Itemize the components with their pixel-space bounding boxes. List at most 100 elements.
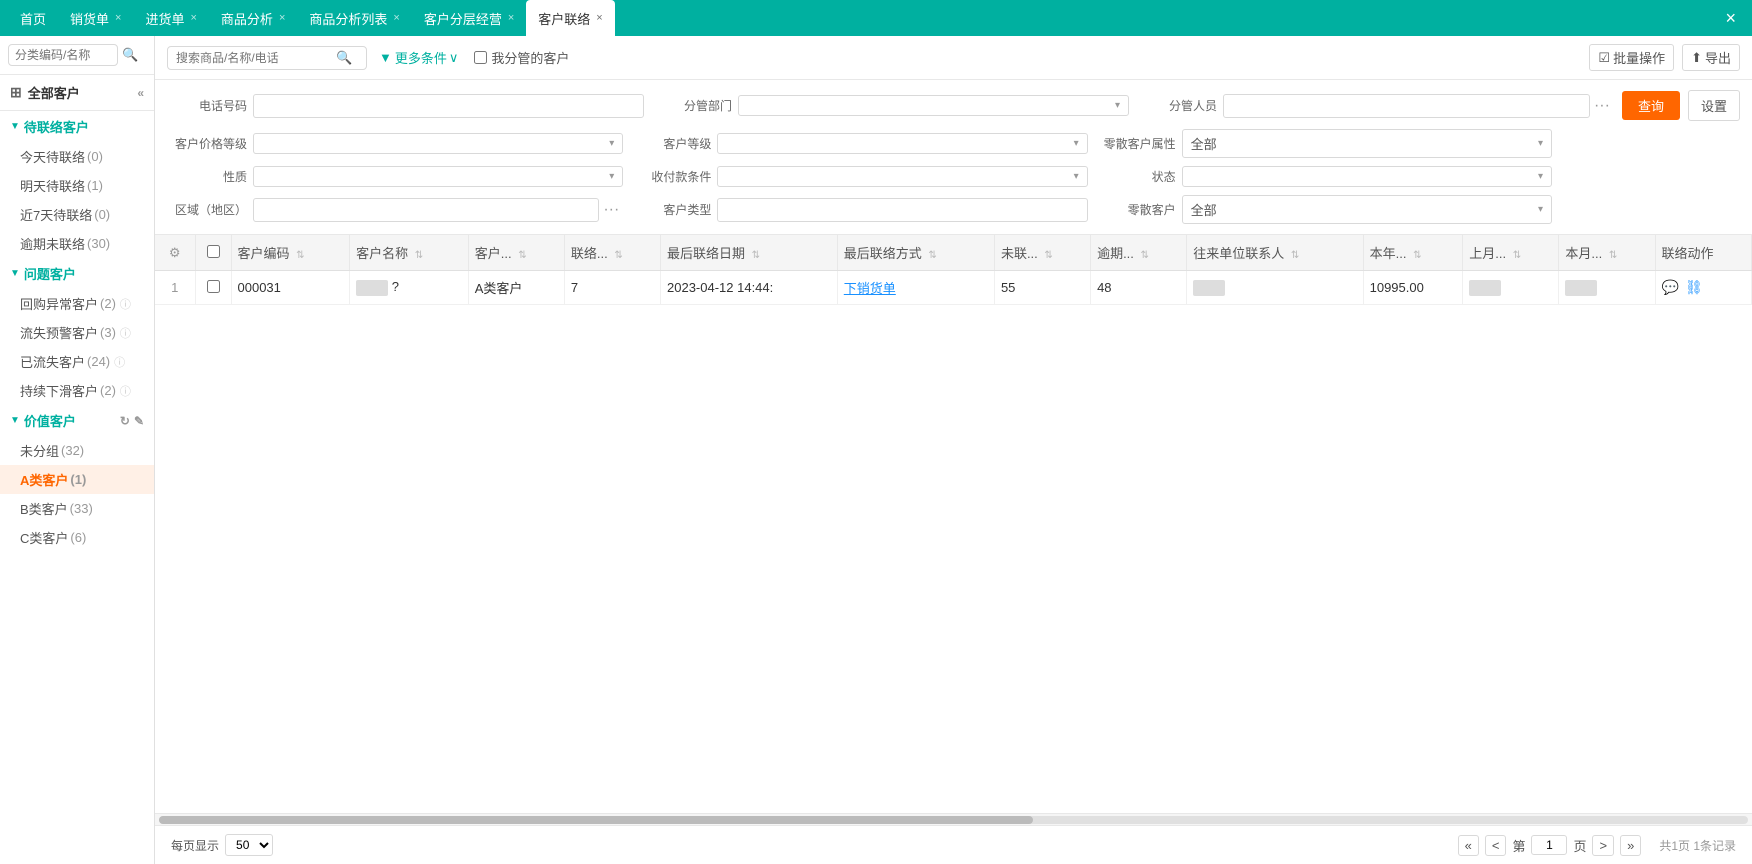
row-checkbox[interactable] — [207, 280, 220, 293]
data-table: ⚙ 客户编码 ⇅ 客户名称 ⇅ 客户... ⇅ — [155, 235, 1752, 305]
sort-last-method-icon[interactable]: ⇅ — [928, 250, 936, 261]
sort-level-icon[interactable]: ⇅ — [518, 250, 526, 261]
sort-last-month-icon[interactable]: ⇅ — [1513, 250, 1521, 261]
sidebar-item-tomorrow-contact[interactable]: 明天待联络 (1) — [0, 171, 154, 200]
close-product-analysis-icon[interactable]: × — [279, 12, 285, 24]
sidebar-item-b-class[interactable]: B类客户 (33) — [0, 494, 154, 523]
sort-this-year-icon[interactable]: ⇅ — [1413, 250, 1421, 261]
manager-dots-button[interactable]: ··· — [1590, 97, 1614, 115]
filter-bar: 🔍 ▼ 更多条件 ∨ 我分管的客户 ☑ 批量操作 ⬆ 导出 — [155, 36, 1752, 80]
col-header-contact: 联络... ⇅ — [564, 235, 660, 271]
page-size-select[interactable]: 50 — [225, 834, 273, 856]
retail-select[interactable]: 全部 ▾ — [1182, 195, 1552, 224]
horizontal-scrollbar[interactable] — [155, 813, 1752, 825]
sidebar-item-7days-contact[interactable]: 近7天待联络 (0) — [0, 200, 154, 229]
close-sales-order-icon[interactable]: × — [115, 12, 121, 24]
last-page-button[interactable]: » — [1620, 835, 1641, 856]
sidebar-search-icon[interactable]: 🔍 — [122, 47, 138, 63]
row-unit-contact — [1187, 271, 1363, 305]
sort-contact-icon[interactable]: ⇅ — [614, 250, 622, 261]
retail-attr-select[interactable]: 全部 ▾ — [1182, 129, 1552, 158]
close-customer-tier-icon[interactable]: × — [508, 12, 514, 24]
col-header-checkbox[interactable] — [195, 235, 231, 271]
customer-type-input[interactable] — [717, 198, 1087, 222]
table-row: 1 000031 ? A类客户 7 2023-04-12 14:44: — [155, 271, 1752, 305]
region-input[interactable] — [253, 198, 599, 222]
query-button[interactable]: 查询 — [1622, 91, 1680, 120]
info-icon-repeat: ⓘ — [120, 296, 131, 312]
nav-home[interactable]: 首页 — [8, 0, 58, 36]
phone-input[interactable] — [253, 94, 644, 118]
sidebar-item-lost-customers[interactable]: 已流失客户 (24) ⓘ — [0, 347, 154, 376]
sidebar-item-declining[interactable]: 持续下滑客户 (2) ⓘ — [0, 376, 154, 405]
export-button[interactable]: ⬆ 导出 — [1682, 44, 1740, 71]
region-dots-button[interactable]: ··· — [599, 201, 623, 219]
nav-customer-tier[interactable]: 客户分层经营 × — [412, 0, 526, 36]
prev-page-button[interactable]: < — [1485, 835, 1507, 856]
manager-input[interactable] — [1223, 94, 1590, 118]
sidebar-item-today-contact[interactable]: 今天待联络 (0) — [0, 142, 154, 171]
problem-customers-group-title[interactable]: ▼ 问题客户 — [0, 258, 154, 289]
my-customers-checkbox-label[interactable]: 我分管的客户 — [474, 48, 569, 67]
nav-product-analysis[interactable]: 商品分析 × — [209, 0, 297, 36]
col-header-gear[interactable]: ⚙ — [155, 235, 195, 271]
value-customers-refresh-icon[interactable]: ↻ — [120, 414, 130, 428]
payment-select[interactable]: ▾ — [717, 166, 1087, 187]
sort-uncontacted-icon[interactable]: ⇅ — [1044, 250, 1052, 261]
sidebar-item-c-class[interactable]: C类客户 (6) — [0, 523, 154, 552]
more-filters-button[interactable]: ▼ 更多条件 ∨ — [379, 48, 458, 67]
pagination-bar: 每页显示 50 « < 第 页 > » 共1页 1条记录 — [155, 825, 1752, 864]
col-header-last-date: 最后联络日期 ⇅ — [661, 235, 838, 271]
action-chat-icon[interactable]: 💬 — [1662, 279, 1679, 296]
select-all-checkbox[interactable] — [207, 245, 220, 258]
sidebar-item-ungrouped[interactable]: 未分组 (32) — [0, 436, 154, 465]
nav-product-analysis-list[interactable]: 商品分析列表 × — [297, 0, 411, 36]
value-customers-group: ▼ 价值客户 ↻ ✎ 未分组 (32) A类客户 (1) B类客户 (33) C… — [0, 405, 154, 552]
close-product-analysis-list-icon[interactable]: × — [393, 12, 399, 24]
close-purchase-order-icon[interactable]: × — [190, 12, 196, 24]
price-level-select[interactable]: ▾ — [253, 133, 623, 154]
setting-button[interactable]: 设置 — [1688, 90, 1740, 121]
close-customer-contact-icon[interactable]: × — [596, 12, 602, 24]
nav-sales-order[interactable]: 销货单 × — [58, 0, 133, 36]
filter-search-input[interactable] — [176, 51, 336, 65]
action-link-icon[interactable]: ⛓ — [1685, 279, 1703, 296]
sidebar-search-input[interactable] — [8, 44, 118, 66]
close-all-tabs-button[interactable]: × — [1717, 8, 1744, 29]
dept-select[interactable]: ▾ — [738, 95, 1129, 116]
sort-overdue-icon[interactable]: ⇅ — [1141, 250, 1149, 261]
sort-name-icon[interactable]: ⇅ — [415, 250, 423, 261]
sidebar-item-overdue-contact[interactable]: 逾期未联络 (30) — [0, 229, 154, 258]
nav-purchase-order[interactable]: 进货单 × — [133, 0, 208, 36]
content-area: 🔍 ▼ 更多条件 ∨ 我分管的客户 ☑ 批量操作 ⬆ 导出 — [155, 36, 1752, 864]
scrollbar-thumb[interactable] — [159, 816, 1033, 824]
info-icon-declining: ⓘ — [120, 383, 131, 399]
nature-select[interactable]: ▾ — [253, 166, 623, 187]
sort-code-icon[interactable]: ⇅ — [296, 250, 304, 261]
row-checkbox-cell[interactable] — [195, 271, 231, 305]
sidebar-item-a-class[interactable]: A类客户 (1) — [0, 465, 154, 494]
next-page-button[interactable]: > — [1592, 835, 1614, 856]
nav-customer-contact[interactable]: 客户联络 × — [526, 0, 614, 36]
col-header-last-month: 上月... ⇅ — [1463, 235, 1559, 271]
sort-unit-contact-icon[interactable]: ⇅ — [1291, 250, 1299, 261]
sidebar-collapse-icon[interactable]: « — [137, 86, 144, 100]
sidebar-all-customers[interactable]: ⊞ 全部客户 « — [0, 75, 154, 111]
my-customers-checkbox[interactable] — [474, 51, 487, 64]
sort-last-date-icon[interactable]: ⇅ — [752, 250, 760, 261]
advanced-filter: 电话号码 分管部门 ▾ 分管人员 ··· 查询 设置 — [155, 80, 1752, 235]
value-customers-group-title[interactable]: ▼ 价值客户 ↻ ✎ — [0, 405, 154, 436]
pending-contact-group-title[interactable]: ▼ 待联络客户 — [0, 111, 154, 142]
sort-this-month-icon[interactable]: ⇅ — [1609, 250, 1617, 261]
first-page-button[interactable]: « — [1458, 835, 1479, 856]
page-number-input[interactable] — [1531, 835, 1567, 855]
customer-level-select[interactable]: ▾ — [717, 133, 1087, 154]
value-customers-edit-icon[interactable]: ✎ — [134, 414, 144, 428]
sidebar-item-repeat-anomaly[interactable]: 回购异常客户 (2) ⓘ — [0, 289, 154, 318]
status-select[interactable]: ▾ — [1182, 166, 1552, 187]
filter-row-3: 性质 ▾ 收付款条件 ▾ 状态 — [167, 166, 1740, 187]
sidebar-item-loss-warning[interactable]: 流失预警客户 (3) ⓘ — [0, 318, 154, 347]
filter-search-icon[interactable]: 🔍 — [336, 50, 352, 66]
last-method-link[interactable]: 下销货单 — [844, 281, 896, 296]
batch-operation-button[interactable]: ☑ 批量操作 — [1589, 44, 1674, 71]
